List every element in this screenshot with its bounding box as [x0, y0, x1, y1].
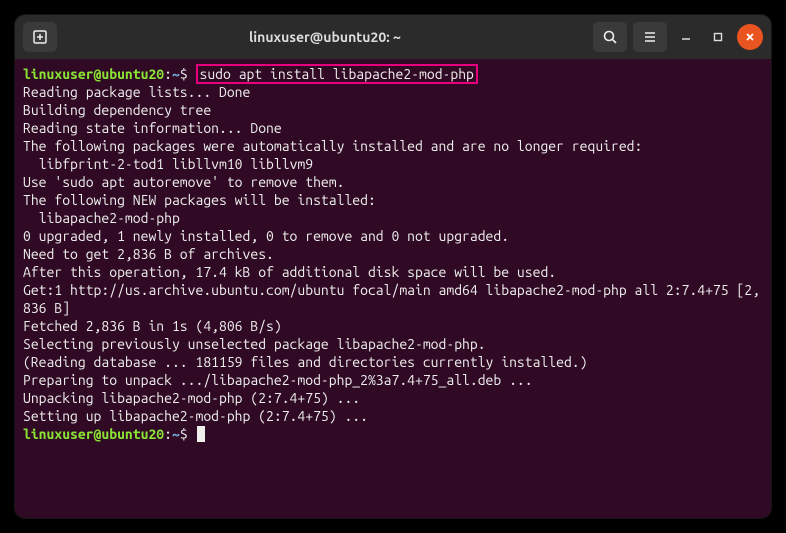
search-button[interactable]	[593, 22, 627, 52]
prompt-path: ~	[172, 426, 180, 442]
output-line: Preparing to unpack .../libapache2-mod-p…	[23, 371, 763, 389]
terminal-content[interactable]: linuxuser@ubuntu20:~$ sudo apt install l…	[15, 59, 771, 449]
output-line: Building dependency tree	[23, 101, 763, 119]
output-line: Get:1 http://us.archive.ubuntu.com/ubunt…	[23, 281, 763, 317]
output-line: Need to get 2,836 B of archives.	[23, 245, 763, 263]
output-line: libfprint-2-tod1 libllvm10 libllvm9	[23, 155, 763, 173]
output-line: Unpacking libapache2-mod-php (2:7.4+75) …	[23, 389, 763, 407]
output-line: Selecting previously unselected package …	[23, 335, 763, 353]
new-tab-button[interactable]	[23, 22, 57, 52]
output-line: (Reading database ... 181159 files and d…	[23, 353, 763, 371]
menu-button[interactable]	[633, 22, 667, 52]
prompt-sep: :	[164, 426, 172, 442]
prompt-user: linuxuser@ubuntu20	[23, 66, 164, 82]
output-line: Fetched 2,836 B in 1s (4,806 B/s)	[23, 317, 763, 335]
output-line: The following NEW packages will be insta…	[23, 191, 763, 209]
prompt-dollar: $	[180, 426, 196, 442]
output-line: After this operation, 17.4 kB of additio…	[23, 263, 763, 281]
output-line: Use 'sudo apt autoremove' to remove them…	[23, 173, 763, 191]
minimize-button[interactable]	[673, 24, 699, 50]
output-line: Reading state information... Done	[23, 119, 763, 137]
terminal-window: linuxuser@ubuntu20: ~	[15, 15, 771, 518]
maximize-button[interactable]	[705, 24, 731, 50]
prompt-user: linuxuser@ubuntu20	[23, 426, 164, 442]
output-line: 0 upgraded, 1 newly installed, 0 to remo…	[23, 227, 763, 245]
window-title: linuxuser@ubuntu20: ~	[63, 29, 587, 45]
prompt-path: ~	[172, 66, 180, 82]
cursor	[197, 426, 205, 442]
output-line: libapache2-mod-php	[23, 209, 763, 227]
titlebar: linuxuser@ubuntu20: ~	[15, 15, 771, 59]
prompt-dollar: $	[180, 66, 196, 82]
output-line: The following packages were automaticall…	[23, 137, 763, 155]
output-line: Reading package lists... Done	[23, 83, 763, 101]
close-button[interactable]	[737, 24, 763, 50]
prompt-sep: :	[164, 66, 172, 82]
highlighted-command: sudo apt install libapache2-mod-php	[196, 64, 478, 84]
output-line: Setting up libapache2-mod-php (2:7.4+75)…	[23, 407, 763, 425]
